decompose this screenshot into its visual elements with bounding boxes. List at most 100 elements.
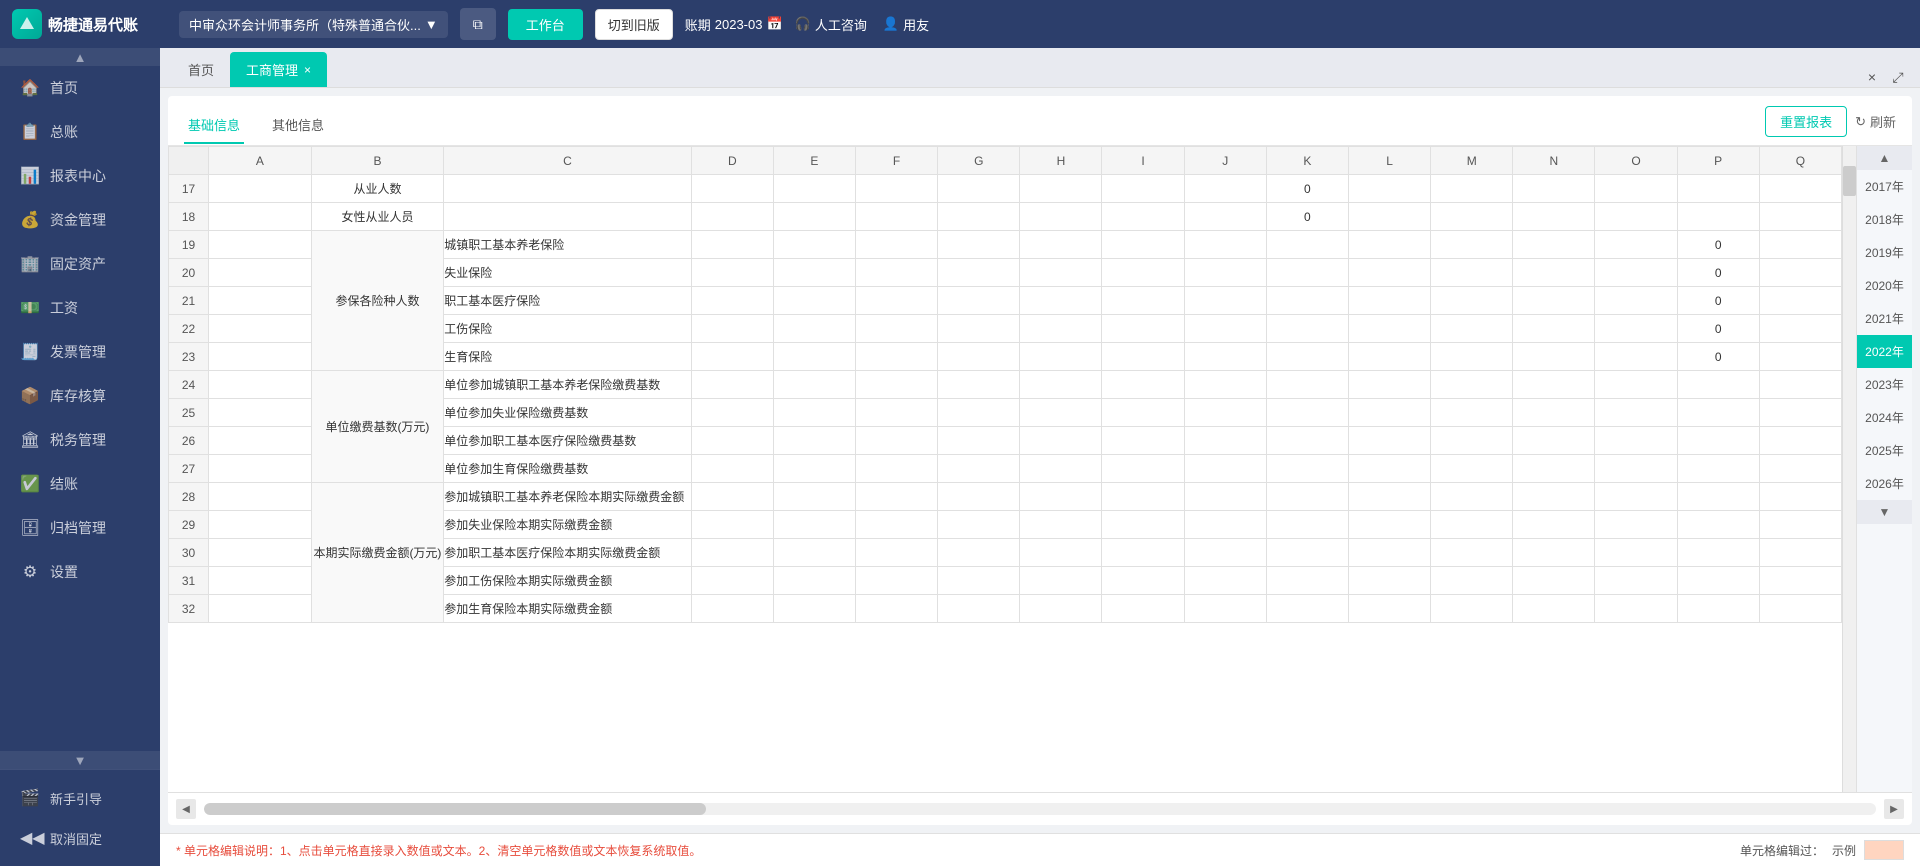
- cell-23-o[interactable]: [1595, 343, 1677, 371]
- cell-26-o[interactable]: [1595, 427, 1677, 455]
- col-header-k[interactable]: K: [1266, 147, 1348, 175]
- cell-22-q[interactable]: [1759, 315, 1841, 343]
- cell-20-p[interactable]: 0: [1677, 259, 1759, 287]
- horizontal-scrollbar[interactable]: [204, 803, 1876, 815]
- cell-17-q[interactable]: [1759, 175, 1841, 203]
- cell-25-m[interactable]: [1431, 399, 1513, 427]
- cell-27-p[interactable]: [1677, 455, 1759, 483]
- consult-button[interactable]: 🎧 人工咨询: [795, 15, 867, 34]
- cell-32-c[interactable]: 参加生育保险本期实际缴费金额: [444, 595, 692, 623]
- year-item[interactable]: 2024年: [1857, 401, 1912, 434]
- cell-23-m[interactable]: [1431, 343, 1513, 371]
- cell-22-l[interactable]: [1348, 315, 1430, 343]
- col-header-f[interactable]: F: [856, 147, 938, 175]
- cell-27-d[interactable]: [691, 455, 773, 483]
- cell-26-c[interactable]: 单位参加职工基本医疗保险缴费基数: [444, 427, 692, 455]
- cell-18-a[interactable]: [209, 203, 312, 231]
- cell-31-q[interactable]: [1759, 567, 1841, 595]
- cell-28-h[interactable]: [1020, 483, 1102, 511]
- cell-19-e[interactable]: [773, 231, 855, 259]
- cell-31-k[interactable]: [1266, 567, 1348, 595]
- cell-32-i[interactable]: [1102, 595, 1184, 623]
- cell-32-k[interactable]: [1266, 595, 1348, 623]
- sidebar-scroll-up[interactable]: ▲: [0, 48, 160, 66]
- cell-28-f[interactable]: [856, 483, 938, 511]
- cell-29-a[interactable]: [209, 511, 312, 539]
- cell-24-p[interactable]: [1677, 371, 1759, 399]
- cell-31-i[interactable]: [1102, 567, 1184, 595]
- cell-21-i[interactable]: [1102, 287, 1184, 315]
- cell-20-a[interactable]: [209, 259, 312, 287]
- cell-22-a[interactable]: [209, 315, 312, 343]
- cell-17-a[interactable]: [209, 175, 312, 203]
- cell-17-f[interactable]: [856, 175, 938, 203]
- cell-19-k[interactable]: [1266, 231, 1348, 259]
- year-item[interactable]: 2020年: [1857, 269, 1912, 302]
- cell-27-o[interactable]: [1595, 455, 1677, 483]
- cell-18-q[interactable]: [1759, 203, 1841, 231]
- year-panel-up-button[interactable]: ▲: [1857, 146, 1912, 170]
- sidebar-item-unpin[interactable]: ◀◀ 取消固定: [0, 818, 160, 858]
- cell-17-e[interactable]: [773, 175, 855, 203]
- cell-19-l[interactable]: [1348, 231, 1430, 259]
- cell-30-n[interactable]: [1513, 539, 1595, 567]
- cell-22-f[interactable]: [856, 315, 938, 343]
- cell-24-j[interactable]: [1184, 371, 1266, 399]
- sidebar-item-home[interactable]: 🏠 首页: [0, 66, 160, 110]
- cell-25-f[interactable]: [856, 399, 938, 427]
- cell-24-h[interactable]: [1020, 371, 1102, 399]
- cell-24-e[interactable]: [773, 371, 855, 399]
- sidebar-item-guide[interactable]: 🎬 新手引导: [0, 778, 160, 818]
- cell-28-a[interactable]: [209, 483, 312, 511]
- cell-26-k[interactable]: [1266, 427, 1348, 455]
- cell-20-g[interactable]: [938, 259, 1020, 287]
- tab-close-icon[interactable]: ×: [304, 63, 311, 77]
- cell-31-d[interactable]: [691, 567, 773, 595]
- refresh-button[interactable]: ↻ 刷新: [1855, 112, 1896, 131]
- cell-22-o[interactable]: [1595, 315, 1677, 343]
- cell-25-o[interactable]: [1595, 399, 1677, 427]
- cell-19-o[interactable]: [1595, 231, 1677, 259]
- cell-22-g[interactable]: [938, 315, 1020, 343]
- cell-31-m[interactable]: [1431, 567, 1513, 595]
- sidebar-item-settings[interactable]: ⚙ 设置: [0, 550, 160, 594]
- cell-31-g[interactable]: [938, 567, 1020, 595]
- cell-32-p[interactable]: [1677, 595, 1759, 623]
- col-header-h[interactable]: H: [1020, 147, 1102, 175]
- cell-21-a[interactable]: [209, 287, 312, 315]
- cell-31-h[interactable]: [1020, 567, 1102, 595]
- cell-19-p[interactable]: 0: [1677, 231, 1759, 259]
- col-header-j[interactable]: J: [1184, 147, 1266, 175]
- cell-17-i[interactable]: [1102, 175, 1184, 203]
- cell-28-o[interactable]: [1595, 483, 1677, 511]
- col-header-e[interactable]: E: [773, 147, 855, 175]
- cell-23-k[interactable]: [1266, 343, 1348, 371]
- col-header-b[interactable]: B: [311, 147, 443, 175]
- cell-23-j[interactable]: [1184, 343, 1266, 371]
- cell-19-h[interactable]: [1020, 231, 1102, 259]
- cell-31-n[interactable]: [1513, 567, 1595, 595]
- cell-26-d[interactable]: [691, 427, 773, 455]
- sidebar-item-close[interactable]: ✅ 结账: [0, 462, 160, 506]
- cell-30-d[interactable]: [691, 539, 773, 567]
- cell-25-e[interactable]: [773, 399, 855, 427]
- cell-27-f[interactable]: [856, 455, 938, 483]
- cell-30-l[interactable]: [1348, 539, 1430, 567]
- cell-17-c[interactable]: [444, 175, 692, 203]
- cell-29-j[interactable]: [1184, 511, 1266, 539]
- cell-21-j[interactable]: [1184, 287, 1266, 315]
- cell-32-d[interactable]: [691, 595, 773, 623]
- col-header-n[interactable]: N: [1513, 147, 1595, 175]
- cell-24-f[interactable]: [856, 371, 938, 399]
- col-header-a[interactable]: A: [209, 147, 312, 175]
- cell-26-g[interactable]: [938, 427, 1020, 455]
- cell-22-j[interactable]: [1184, 315, 1266, 343]
- cell-28-g[interactable]: [938, 483, 1020, 511]
- cell-19-n[interactable]: [1513, 231, 1595, 259]
- workbench-button[interactable]: 工作台: [508, 9, 583, 40]
- cell-29-q[interactable]: [1759, 511, 1841, 539]
- cell-17-n[interactable]: [1513, 175, 1595, 203]
- year-item[interactable]: 2025年: [1857, 434, 1912, 467]
- cell-30-o[interactable]: [1595, 539, 1677, 567]
- cell-25-k[interactable]: [1266, 399, 1348, 427]
